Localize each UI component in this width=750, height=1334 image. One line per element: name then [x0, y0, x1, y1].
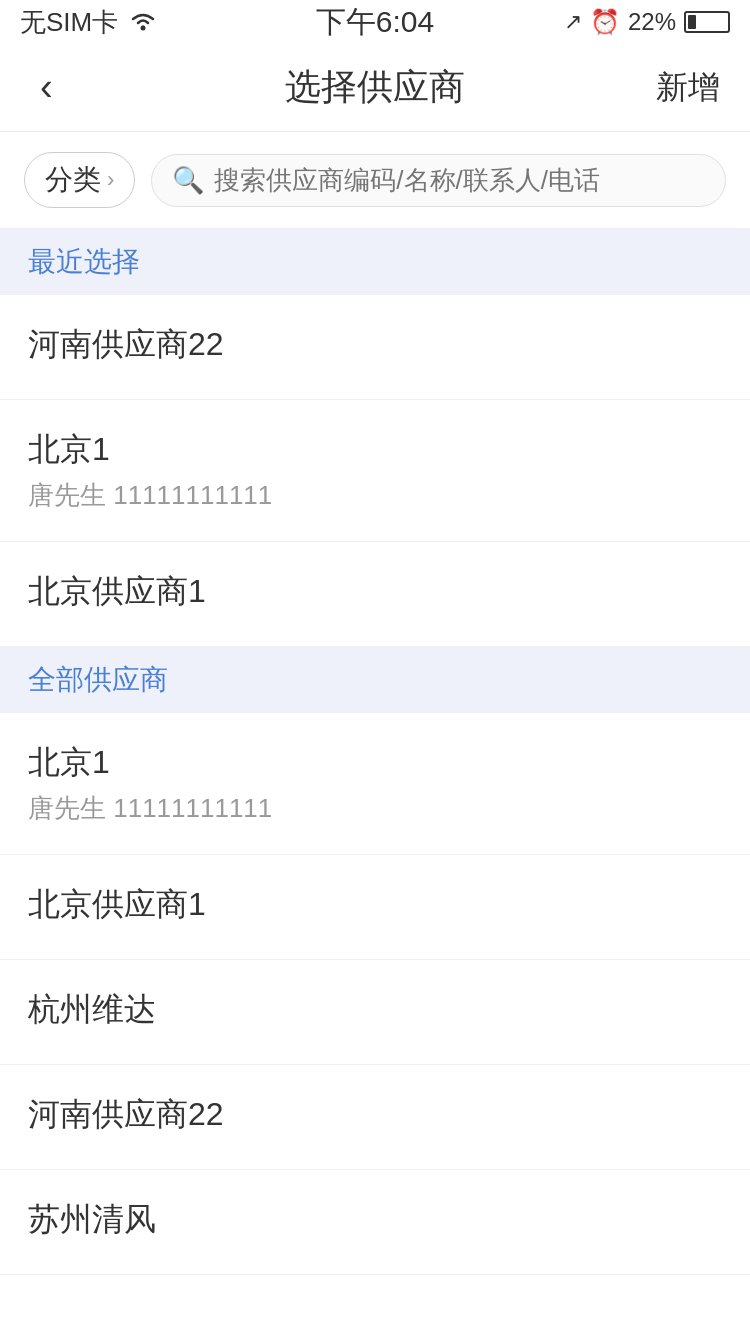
- search-box: 🔍: [151, 154, 726, 207]
- chevron-right-icon: ›: [107, 167, 114, 193]
- search-input[interactable]: [214, 165, 705, 196]
- recent-list-item[interactable]: 河南供应商22: [0, 295, 750, 400]
- svg-point-0: [141, 25, 146, 30]
- item-name: 河南供应商22: [28, 1093, 722, 1137]
- all-list-item[interactable]: 河南供应商22: [0, 1065, 750, 1170]
- all-section-label: 全部供应商: [28, 664, 168, 695]
- item-name: 北京1: [28, 428, 722, 472]
- back-button[interactable]: ‹: [30, 56, 63, 119]
- all-list-item[interactable]: 苏州清风: [0, 1170, 750, 1275]
- category-button[interactable]: 分类 ›: [24, 152, 135, 208]
- item-sub: 唐先生 11111111111: [28, 791, 722, 826]
- all-list: 北京1 唐先生 11111111111 北京供应商1 杭州维达河南供应商22 苏州清风: [0, 713, 750, 1275]
- battery-percent: 22%: [628, 8, 676, 36]
- all-list-item[interactable]: 北京供应商1: [0, 855, 750, 960]
- recent-list-item[interactable]: 北京供应商1: [0, 542, 750, 647]
- item-name: 北京供应商1: [28, 570, 722, 614]
- status-time: 下午6:04: [316, 2, 434, 43]
- page-title: 选择供应商: [285, 63, 465, 112]
- item-name: 杭州维达: [28, 988, 722, 1032]
- search-icon: 🔍: [172, 165, 204, 196]
- nav-bar: ‹ 选择供应商 新增: [0, 44, 750, 132]
- add-button[interactable]: 新增: [656, 66, 720, 110]
- filter-bar: 分类 › 🔍: [0, 132, 750, 229]
- alarm-icon: ⏰: [590, 8, 620, 36]
- wifi-icon: [128, 7, 158, 38]
- recent-section-label: 最近选择: [28, 246, 140, 277]
- recent-list: 河南供应商22 北京1 唐先生 11111111111 北京供应商1: [0, 295, 750, 647]
- location-icon: ↗: [564, 9, 582, 35]
- battery-icon: [684, 11, 730, 33]
- item-sub: 唐先生 11111111111: [28, 478, 722, 513]
- recent-list-item[interactable]: 北京1 唐先生 11111111111: [0, 400, 750, 542]
- all-list-item[interactable]: 杭州维达: [0, 960, 750, 1065]
- category-label: 分类: [45, 161, 101, 199]
- item-name: 苏州清风: [28, 1198, 722, 1242]
- item-name: 北京供应商1: [28, 883, 722, 927]
- status-right: ↗ ⏰ 22%: [564, 8, 730, 36]
- all-list-item[interactable]: 北京1 唐先生 11111111111: [0, 713, 750, 855]
- all-section-header: 全部供应商: [0, 647, 750, 713]
- status-bar: 无SIM卡 下午6:04 ↗ ⏰ 22%: [0, 0, 750, 44]
- item-name: 河南供应商22: [28, 323, 722, 367]
- recent-section-header: 最近选择: [0, 229, 750, 295]
- carrier-label: 无SIM卡: [20, 5, 118, 40]
- status-left: 无SIM卡: [20, 5, 158, 40]
- item-name: 北京1: [28, 741, 722, 785]
